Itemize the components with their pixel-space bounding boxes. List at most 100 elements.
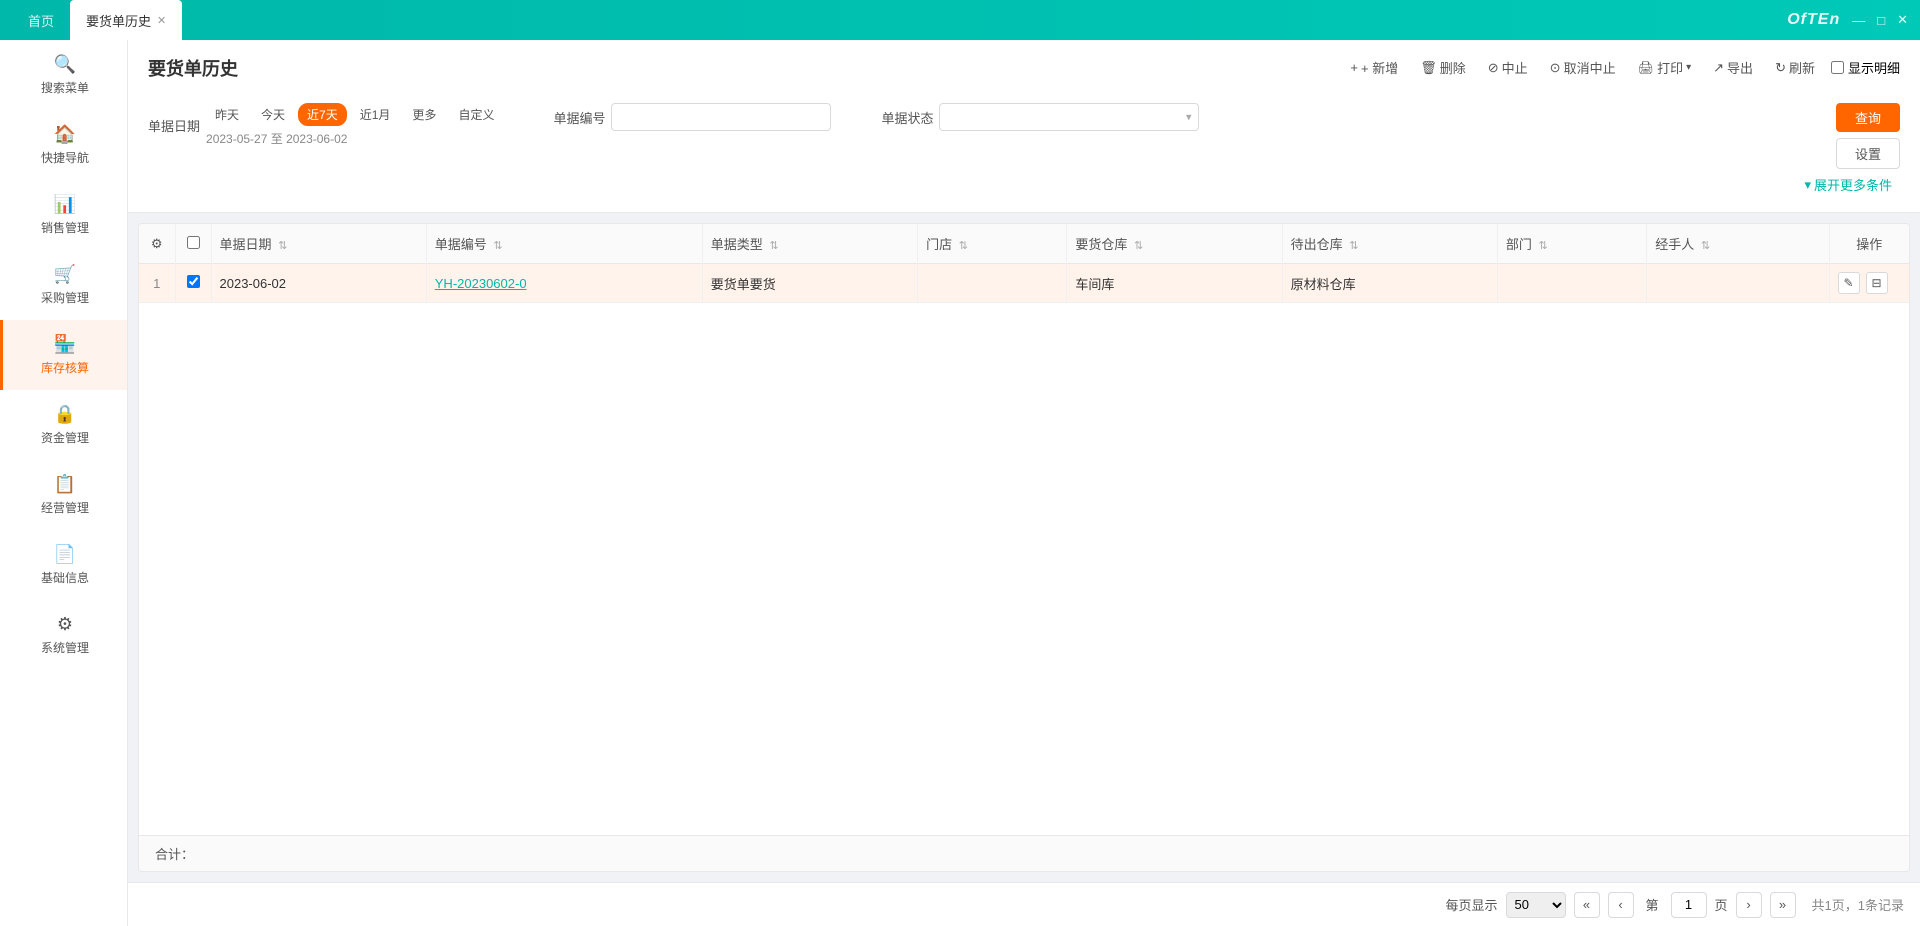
refresh-button[interactable]: ↻ 刷新 [1769, 54, 1821, 81]
sort-req-warehouse-icon: ⇅ [1134, 240, 1143, 252]
content: 要货单历史 + + 新增 🗑 删除 ⊘ 中止 [128, 40, 1920, 926]
row-edit-btn[interactable]: ✎ [1838, 272, 1860, 294]
col-store[interactable]: 门店 ⇅ [918, 224, 1067, 264]
sidebar-item-quick-nav[interactable]: 🏠 快捷导航 [0, 110, 127, 180]
system-mgmt-icon: ⚙ [57, 614, 73, 635]
row-checkbox[interactable] [187, 275, 200, 288]
cell-pending-warehouse: 原材料仓库 [1282, 264, 1497, 303]
tab-home[interactable]: 首页 [12, 0, 70, 40]
page-title: 要货单历史 [148, 55, 238, 81]
sidebar-item-system-mgmt[interactable]: ⚙ 系统管理 [0, 600, 127, 670]
sidebar-item-sales-mgmt[interactable]: 📊 销售管理 [0, 180, 127, 250]
sort-doc-type-icon: ⇅ [769, 240, 778, 252]
page-num-input[interactable] [1671, 892, 1707, 918]
query-button[interactable]: 查询 [1836, 103, 1900, 132]
page-header-top: 要货单历史 + + 新增 🗑 删除 ⊘ 中止 [148, 54, 1900, 81]
page-prev-btn[interactable]: ‹ [1608, 892, 1634, 918]
tab-requisition-history[interactable]: 要货单历史 ✕ [70, 0, 182, 40]
show-detail-checkbox[interactable] [1831, 61, 1844, 74]
col-handler[interactable]: 经手人 ⇅ [1647, 224, 1829, 264]
col-doc-num[interactable]: 单据编号 ⇅ [426, 224, 702, 264]
sidebar-item-purchase-mgmt[interactable]: 🛒 采购管理 [0, 250, 127, 320]
top-bar: 首页 要货单历史 ✕ OfTEn — □ ✕ [0, 0, 1920, 40]
col-checkbox [175, 224, 211, 264]
page-first-btn[interactable]: « [1574, 892, 1600, 918]
col-doc-type[interactable]: 单据类型 ⇅ [702, 224, 917, 264]
delete-button[interactable]: 🗑 删除 [1414, 54, 1472, 81]
cell-handler [1647, 264, 1829, 303]
doc-num-link[interactable]: YH-20230602-0 [435, 276, 527, 291]
date-btn-7days[interactable]: 近7天 [298, 103, 347, 126]
window-maximize-btn[interactable]: □ [1877, 13, 1885, 28]
print-button[interactable]: 🖨 打印 ▾ [1632, 54, 1698, 81]
sidebar-item-inventory[interactable]: 🏪 库存核算 [0, 320, 127, 390]
date-btn-today[interactable]: 今天 [252, 103, 294, 126]
refresh-label: 刷新 [1789, 58, 1815, 77]
tab-home-label: 首页 [28, 11, 54, 30]
table-empty-space [139, 303, 1909, 835]
page-last-btn[interactable]: » [1770, 892, 1796, 918]
doc-status-input[interactable] [939, 103, 1199, 131]
add-label: + 新增 [1361, 58, 1398, 77]
tab-close-icon[interactable]: ✕ [157, 14, 166, 27]
page-header: 要货单历史 + + 新增 🗑 删除 ⊘ 中止 [128, 40, 1920, 213]
row-delete-btn[interactable]: ⊟ [1866, 272, 1888, 294]
sidebar-item-finance-mgmt[interactable]: 🔒 资金管理 [0, 390, 127, 460]
date-btn-more[interactable]: 更多 [403, 103, 445, 126]
cancel-stop-label: 取消中止 [1564, 58, 1616, 77]
expand-more-area: ▾ 展开更多条件 [148, 169, 1900, 202]
stop-button[interactable]: ⊘ 中止 [1482, 54, 1534, 81]
doc-num-filter-label: 单据编号 [553, 108, 605, 127]
sales-icon: 📊 [54, 194, 76, 215]
export-icon: ↗ [1713, 60, 1724, 76]
sidebar-item-operations-mgmt[interactable]: 📋 经营管理 [0, 460, 127, 530]
page-size-select[interactable]: 20 50 100 [1506, 892, 1566, 918]
sidebar-item-operations-label: 经营管理 [41, 499, 89, 516]
date-btn-custom[interactable]: 自定义 [449, 103, 503, 126]
cancel-stop-button[interactable]: ⊙ 取消中止 [1544, 54, 1622, 81]
filter-action-area: 查询 设置 [1836, 103, 1900, 169]
date-btn-yesterday[interactable]: 昨天 [206, 103, 248, 126]
table-container: ⚙ 单据日期 ⇅ 单据编号 ⇅ 单据类型 ⇅ [138, 223, 1910, 872]
select-all-checkbox[interactable] [187, 236, 200, 249]
quick-nav-icon: 🏠 [54, 124, 76, 145]
page-next-btn[interactable]: › [1736, 892, 1762, 918]
sidebar-item-inventory-label: 库存核算 [41, 359, 89, 376]
stop-label: 中止 [1502, 58, 1528, 77]
sidebar-item-search-menu-label: 搜索菜单 [41, 79, 89, 96]
doc-status-filter-group: 单据状态 ▾ [881, 103, 1199, 131]
export-button[interactable]: ↗ 导出 [1707, 54, 1759, 81]
window-close-btn[interactable]: ✕ [1897, 12, 1908, 28]
cell-doc-type: 要货单要货 [702, 264, 917, 303]
cell-row-num: 1 [139, 264, 175, 303]
sidebar-item-basic-info[interactable]: 📄 基础信息 [0, 530, 127, 600]
top-bar-right: OfTEn — □ ✕ [1787, 11, 1908, 29]
window-minimize-btn[interactable]: — [1852, 13, 1865, 28]
settings-button[interactable]: 设置 [1836, 138, 1900, 169]
print-label: 打印 [1657, 58, 1683, 77]
date-btn-1month[interactable]: 近1月 [351, 103, 400, 126]
add-button[interactable]: + + 新增 [1344, 54, 1404, 81]
filter-area: 单据日期 昨天 今天 近7天 近1月 更多 自定义 2023-05-27 至 2… [148, 93, 1900, 212]
col-pending-warehouse[interactable]: 待出仓库 ⇅ [1282, 224, 1497, 264]
doc-status-filter-label: 单据状态 [881, 108, 933, 127]
doc-num-input[interactable] [611, 103, 831, 131]
cell-doc-num: YH-20230602-0 [426, 264, 702, 303]
doc-num-filter-group: 单据编号 [553, 103, 831, 131]
data-table: ⚙ 单据日期 ⇅ 单据编号 ⇅ 单据类型 ⇅ [139, 224, 1909, 303]
sidebar-item-search-menu[interactable]: 🔍 搜索菜单 [0, 40, 127, 110]
cell-department [1497, 264, 1646, 303]
cell-doc-date: 2023-06-02 [211, 264, 426, 303]
col-doc-date[interactable]: 单据日期 ⇅ [211, 224, 426, 264]
sort-doc-num-icon: ⇅ [493, 240, 502, 252]
sort-pending-warehouse-icon: ⇅ [1349, 240, 1358, 252]
col-department[interactable]: 部门 ⇅ [1497, 224, 1646, 264]
delete-label: 删除 [1440, 58, 1466, 77]
col-settings[interactable]: ⚙ [139, 224, 175, 264]
pagination-summary: 共1页，1条记录 [1812, 895, 1904, 914]
col-req-warehouse[interactable]: 要货仓库 ⇅ [1067, 224, 1282, 264]
expand-more-button[interactable]: ▾ 展开更多条件 [1796, 173, 1900, 196]
finance-icon: 🔒 [54, 404, 76, 425]
filter-buttons: 查询 设置 [1836, 103, 1900, 169]
cell-operation: ✎ ⊟ [1829, 264, 1909, 303]
